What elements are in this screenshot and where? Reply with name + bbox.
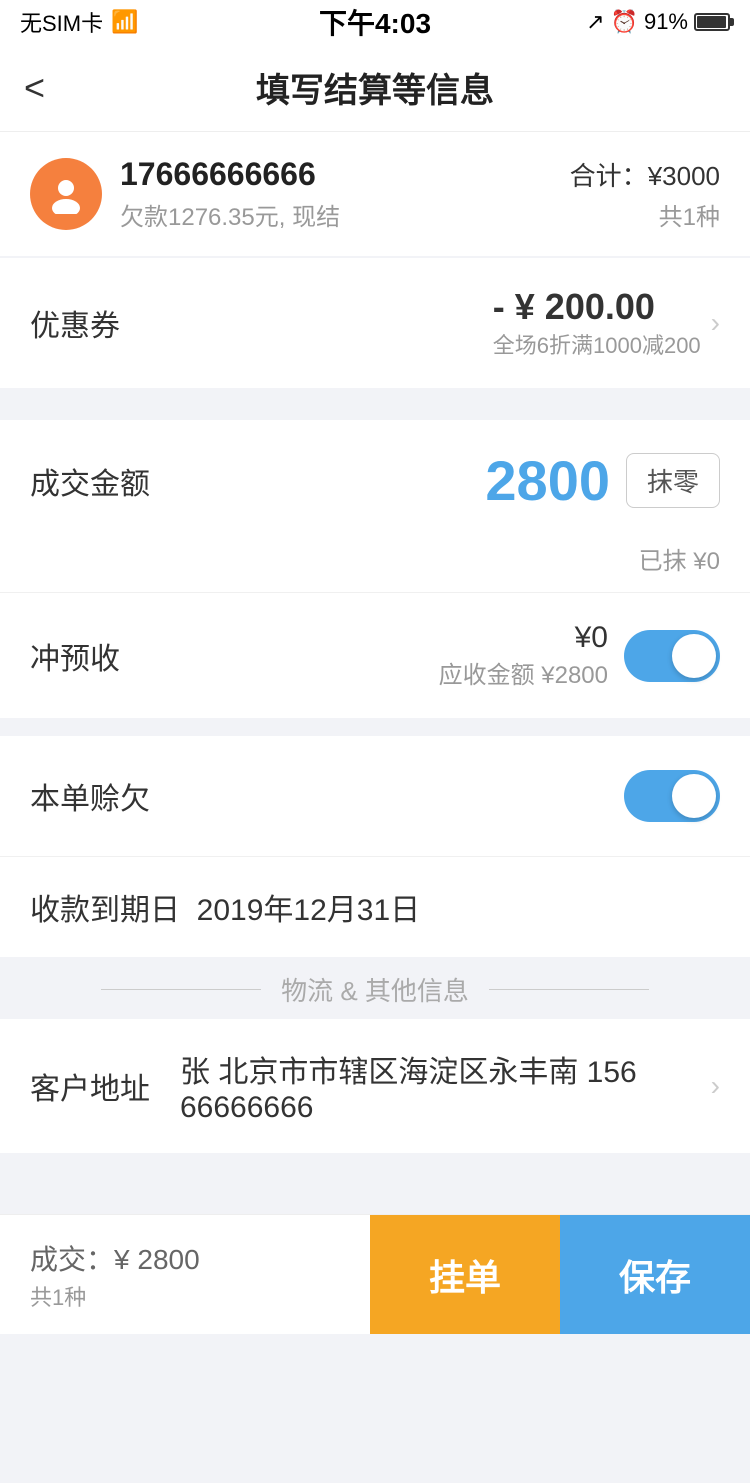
debt-toggle[interactable] [624, 770, 720, 822]
address-row[interactable]: 客户地址 张 北京市市辖区海淀区永丰南 156 66666666 › [0, 1019, 750, 1153]
due-date-label: 收款到期日 2019年12月31日 [30, 894, 420, 927]
deal-amount-section: 成交金额 2800 抹零 已抹 ¥0 冲预收 ¥0 应收金额 ¥2800 [0, 420, 750, 718]
debt-row: 本单赊欠 [0, 736, 750, 856]
separator-2 [0, 720, 750, 736]
deal-amount-right: 2800 抹零 [485, 448, 720, 513]
bottom-summary: 成交：¥ 2800 共1种 [0, 1238, 370, 1312]
status-right: ↗ ⏰ 91% [586, 9, 730, 35]
avatar [30, 158, 102, 230]
status-left: 无SIM卡 📶 [20, 6, 139, 38]
customer-phone: 17666666666 [120, 156, 340, 193]
bottom-count: 共1种 [30, 1280, 340, 1312]
prepay-amount: ¥0 应收金额 ¥2800 [439, 621, 608, 690]
deal-erased: 已抹 ¥0 [0, 541, 750, 592]
prepay-value: ¥0 [439, 621, 608, 655]
due-date-row: 收款到期日 2019年12月31日 [0, 856, 750, 957]
signal-text: 无SIM卡 [20, 6, 103, 38]
coupon-row[interactable]: 优惠券 - ¥ 200.00 全场6折满1000减200 › [0, 258, 750, 388]
customer-card: 17666666666 欠款1276.35元, 现结 合计：¥3000 共1种 [0, 132, 750, 256]
prepay-toggle[interactable] [624, 630, 720, 682]
total-label: 合计：¥3000 [570, 156, 720, 193]
status-time: 下午4:03 [319, 2, 431, 42]
back-button[interactable]: < [24, 67, 45, 109]
deal-amount-value: 2800 [485, 448, 610, 513]
coupon-desc: 全场6折满1000减200 [493, 328, 701, 360]
save-button[interactable]: 保存 [560, 1215, 750, 1334]
hold-button[interactable]: 挂单 [370, 1215, 560, 1334]
battery-percent: 91% [644, 9, 688, 35]
round-button[interactable]: 抹零 [626, 453, 720, 508]
address-chevron-icon: › [711, 1070, 720, 1102]
divider-line-left [101, 989, 261, 990]
logistics-label: 物流 & 其他信息 [281, 971, 469, 1008]
customer-left: 17666666666 欠款1276.35元, 现结 [30, 156, 340, 232]
customer-total: 合计：¥3000 共1种 [570, 156, 720, 232]
wifi-icon: 📶 [111, 9, 138, 35]
prepay-receivable: 应收金额 ¥2800 [439, 655, 608, 690]
coupon-label: 优惠券 [30, 301, 120, 345]
prepay-label: 冲预收 [30, 634, 120, 678]
customer-info: 17666666666 欠款1276.35元, 现结 [120, 156, 340, 232]
logistics-divider-inner: 物流 & 其他信息 [101, 971, 649, 1008]
bottom-buttons: 挂单 保存 [370, 1215, 750, 1334]
prepay-right: ¥0 应收金额 ¥2800 [439, 621, 720, 690]
coupon-amount: - ¥ 200.00 [493, 286, 701, 328]
debt-label: 本单赊欠 [30, 774, 150, 818]
status-bar: 无SIM卡 📶 下午4:03 ↗ ⏰ 91% [0, 0, 750, 44]
page-title: 填写结算等信息 [256, 63, 494, 112]
address-label: 客户地址 [30, 1064, 150, 1108]
debt-toggle-knob [672, 774, 716, 818]
deal-amount-row: 成交金额 2800 抹零 [0, 420, 750, 541]
separator-1 [0, 404, 750, 420]
logistics-divider: 物流 & 其他信息 [0, 959, 750, 1019]
customer-debt: 欠款1276.35元, 现结 [120, 197, 340, 232]
divider-line-right [489, 989, 649, 990]
coupon-info: - ¥ 200.00 全场6折满1000减200 [493, 286, 701, 360]
chevron-right-icon: › [711, 307, 720, 339]
deal-amount-label: 成交金额 [30, 459, 150, 503]
prepay-row: 冲预收 ¥0 应收金额 ¥2800 [0, 592, 750, 718]
nav-bar: < 填写结算等信息 [0, 44, 750, 132]
alarm-icon: ⏰ [611, 9, 638, 35]
debt-section: 本单赊欠 收款到期日 2019年12月31日 [0, 736, 750, 957]
address-value: 张 北京市市辖区海淀区永丰南 156 66666666 [180, 1047, 691, 1125]
bottom-bar: 成交：¥ 2800 共1种 挂单 保存 [0, 1214, 750, 1334]
coupon-right: - ¥ 200.00 全场6折满1000减200 › [493, 286, 720, 360]
total-count: 共1种 [570, 197, 720, 232]
battery-icon [694, 13, 730, 31]
bottom-deal-label: 成交：¥ 2800 [30, 1238, 340, 1278]
location-icon: ↗ [586, 9, 604, 35]
toggle-knob [672, 634, 716, 678]
